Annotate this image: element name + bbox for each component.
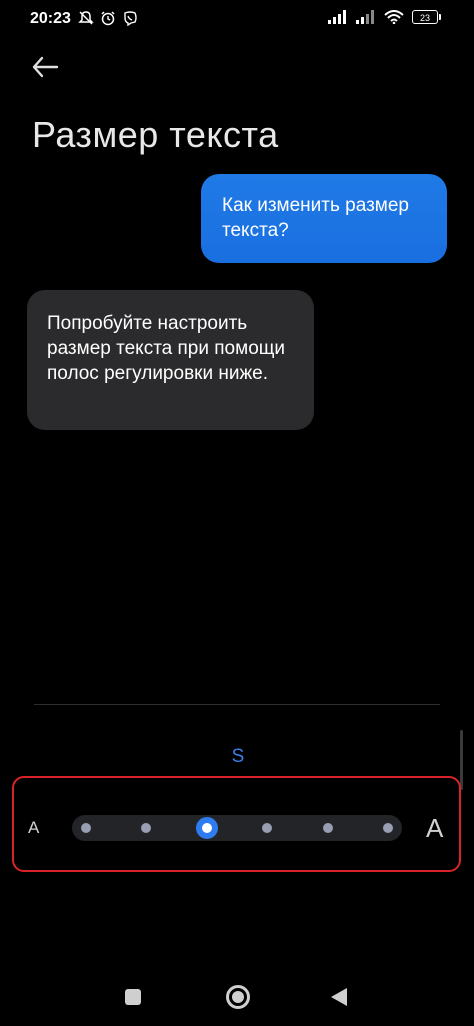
back-arrow-icon: [32, 56, 59, 78]
slider-step-dot[interactable]: [81, 823, 91, 833]
signal-icon: [356, 10, 374, 24]
slider-step-dot[interactable]: [322, 823, 333, 833]
slider-step-dot[interactable]: [141, 823, 152, 833]
mute-icon: [78, 11, 94, 25]
wifi-icon: [384, 10, 404, 24]
status-time: 20:23: [30, 10, 71, 27]
back-triangle-icon[interactable]: [331, 988, 347, 1006]
status-icons-right: 23: [328, 10, 441, 24]
recent-apps-icon[interactable]: [125, 989, 141, 1005]
bot-message-bubble: Попробуйте настроить размер текста при п…: [27, 290, 314, 430]
navigation-bar: [0, 966, 474, 1026]
battery-icon: 23: [412, 10, 441, 24]
user-message-bubble: Как изменить размер текста?: [201, 174, 447, 263]
slider-thumb[interactable]: [195, 817, 218, 839]
slider-step-dot[interactable]: [383, 823, 393, 833]
status-bar: 20:23 23: [0, 0, 474, 40]
viber-icon: [124, 11, 137, 26]
max-size-label: A: [426, 813, 444, 843]
page-title: Размер текста: [32, 114, 279, 155]
slider-step-dot[interactable]: [262, 823, 273, 833]
current-size-label: S: [231, 746, 245, 767]
min-size-label: A: [28, 818, 40, 837]
divider: [34, 704, 440, 705]
signal-icon: [328, 10, 346, 24]
alarm-icon: [101, 11, 115, 26]
text-size-slider[interactable]: [72, 815, 402, 841]
scroll-indicator: [460, 730, 463, 790]
status-icons-left: [78, 10, 138, 26]
home-icon[interactable]: [226, 985, 250, 1009]
back-button[interactable]: [30, 52, 70, 84]
